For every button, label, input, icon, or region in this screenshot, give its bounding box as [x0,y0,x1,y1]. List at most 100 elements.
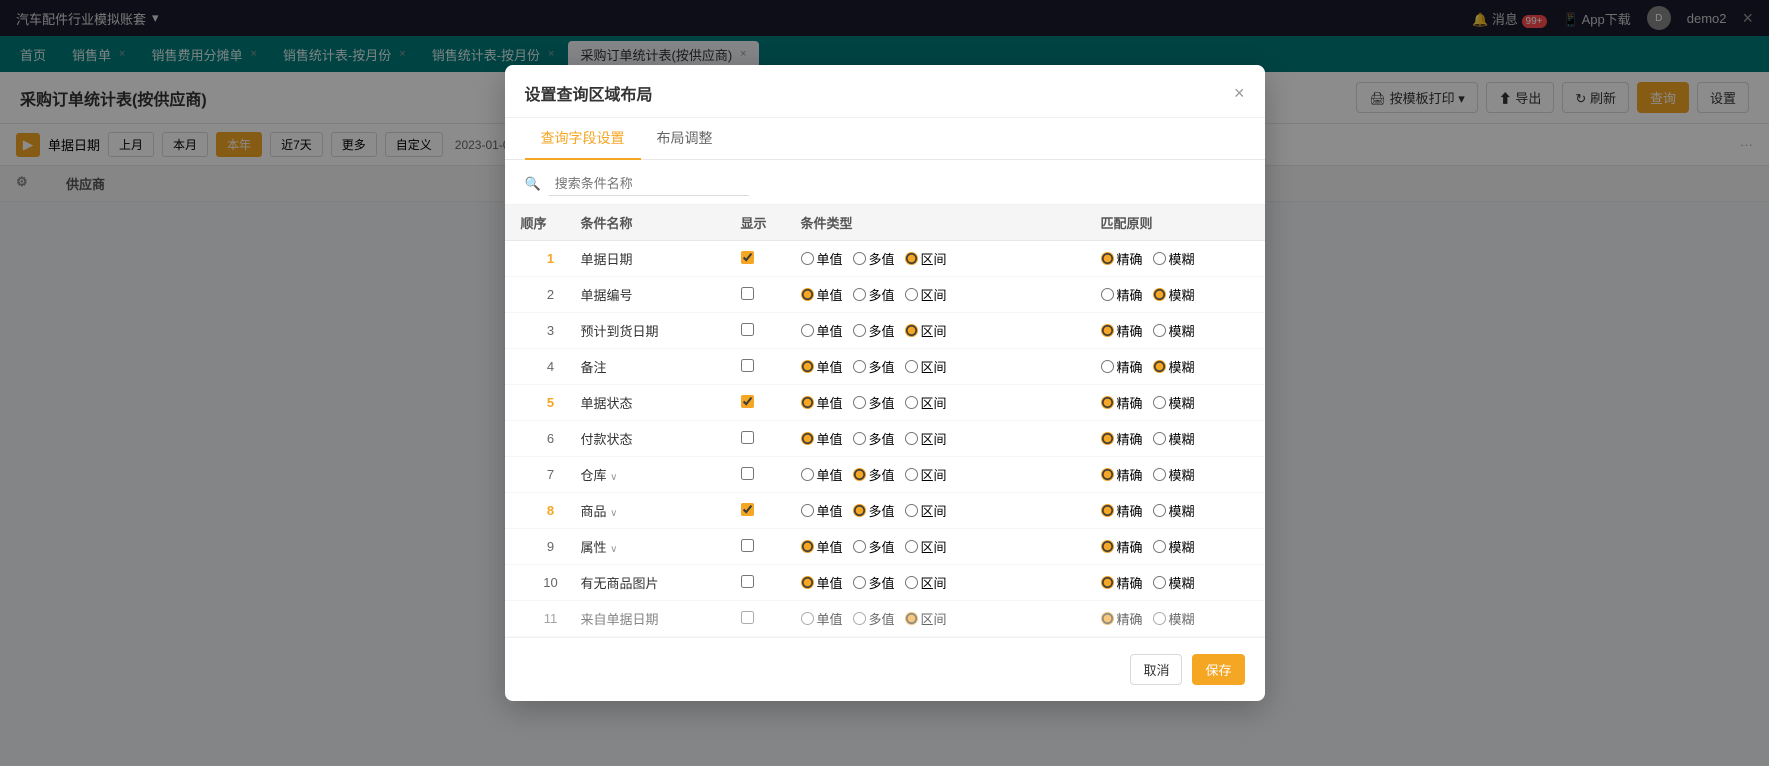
table-row: 11 来自单据日期 单值 多值 区间 精确 模糊 [505,601,1265,637]
table-row: 4 备注 单值 多值 区间 精确 模糊 [505,349,1265,385]
row3-display-checkbox[interactable] [741,323,754,336]
search-input[interactable] [549,172,749,196]
row8-match-exact[interactable]: 精确 [1101,501,1143,520]
modal-title: 设置查询区域布局 [525,81,653,105]
row1-display-checkbox[interactable] [741,251,754,264]
row5-type-range[interactable]: 区间 [905,393,947,412]
row10-type-range[interactable]: 区间 [905,573,947,592]
modal-search-bar: 🔍 [505,160,1265,205]
row8-type-range[interactable]: 区间 [905,501,947,520]
row2-match-fuzzy[interactable]: 模糊 [1153,285,1195,304]
row9-match-exact[interactable]: 精确 [1101,537,1143,556]
row3-type-multi[interactable]: 多值 [853,321,895,340]
row10-match-exact[interactable]: 精确 [1101,573,1143,592]
row6-match-exact[interactable]: 精确 [1101,429,1143,448]
row3-type-range[interactable]: 区间 [905,321,947,340]
modal-tab-layout-label: 布局调整 [657,130,713,146]
row9-match-group: 精确 模糊 [1101,537,1265,556]
row4-display-checkbox[interactable] [741,359,754,372]
row2-match-exact[interactable]: 精确 [1101,285,1143,304]
row5-display-checkbox[interactable] [741,395,754,408]
table-row: 2 单据编号 单值 多值 区间 精确 模糊 [505,277,1265,313]
save-button[interactable]: 保存 [1192,654,1244,685]
cancel-button[interactable]: 取消 [1130,654,1182,685]
row5-match-fuzzy[interactable]: 模糊 [1153,393,1195,412]
row3-type-group: 单值 多值 区间 [801,321,1101,340]
row2-match-group: 精确 模糊 [1101,285,1265,304]
modal-table-body: 1 单据日期 单值 多值 区间 精确 模糊 2 单据编 [505,241,1265,637]
row4-type-range[interactable]: 区间 [905,357,947,376]
table-row: 7 仓库 ∨ 单值 多值 区间 精确 模糊 [505,457,1265,493]
row4-match-exact[interactable]: 精确 [1101,357,1143,376]
row7-match-group: 精确 模糊 [1101,465,1265,484]
row8-match-group: 精确 模糊 [1101,501,1265,520]
row3-match-fuzzy[interactable]: 模糊 [1153,321,1195,340]
row10-match-group: 精确 模糊 [1101,573,1265,592]
row10-display-checkbox[interactable] [741,575,754,588]
row2-display-checkbox[interactable] [741,287,754,300]
row4-type-single[interactable]: 单值 [801,357,843,376]
row5-type-single[interactable]: 单值 [801,393,843,412]
modal-tabs: 查询字段设置 布局调整 [505,118,1265,160]
row8-match-fuzzy[interactable]: 模糊 [1153,501,1195,520]
modal-tab-layout[interactable]: 布局调整 [641,118,729,160]
row1-type-range[interactable]: 区间 [905,249,947,268]
row2-type-range[interactable]: 区间 [905,285,947,304]
row7-match-fuzzy[interactable]: 模糊 [1153,465,1195,484]
row2-type-single[interactable]: 单值 [801,285,843,304]
table-row: 1 单据日期 单值 多值 区间 精确 模糊 [505,241,1265,277]
row4-match-group: 精确 模糊 [1101,357,1265,376]
row10-match-fuzzy[interactable]: 模糊 [1153,573,1195,592]
modal-close-button[interactable]: × [1234,83,1245,104]
modal-tab-query-fields[interactable]: 查询字段设置 [525,118,641,160]
row4-type-multi[interactable]: 多值 [853,357,895,376]
row6-display-checkbox[interactable] [741,431,754,444]
row6-match-fuzzy[interactable]: 模糊 [1153,429,1195,448]
row5-match-group: 精确 模糊 [1101,393,1265,412]
row6-type-group: 单值 多值 区间 [801,429,1101,448]
row1-type-single[interactable]: 单值 [801,249,843,268]
row7-type-group: 单值 多值 区间 [801,465,1101,484]
row10-type-single[interactable]: 单值 [801,573,843,592]
row8-type-single[interactable]: 单值 [801,501,843,520]
modal-overlay: 设置查询区域布局 × 查询字段设置 布局调整 🔍 顺序 条件名称 显示 条件类型 [0,0,1769,766]
row10-type-group: 单值 多值 区间 [801,573,1101,592]
row1-match-exact[interactable]: 精确 [1101,249,1143,268]
row9-type-range[interactable]: 区间 [905,537,947,556]
row4-match-fuzzy[interactable]: 模糊 [1153,357,1195,376]
row1-type-multi[interactable]: 多值 [853,249,895,268]
row8-type-multi[interactable]: 多值 [853,501,895,520]
row6-type-multi[interactable]: 多值 [853,429,895,448]
row9-type-single[interactable]: 单值 [801,537,843,556]
row2-type-multi[interactable]: 多值 [853,285,895,304]
table-row: 6 付款状态 单值 多值 区间 精确 模糊 [505,421,1265,457]
row6-match-group: 精确 模糊 [1101,429,1265,448]
col-name: 条件名称 [581,213,741,232]
col-type: 条件类型 [801,213,1101,232]
row8-display-checkbox[interactable] [741,503,754,516]
row1-match-fuzzy[interactable]: 模糊 [1153,249,1195,268]
row11-match-group: 精确 模糊 [1101,609,1265,628]
row10-type-multi[interactable]: 多值 [853,573,895,592]
row7-type-range[interactable]: 区间 [905,465,947,484]
col-match: 匹配原则 [1101,213,1265,232]
modal-body: 顺序 条件名称 显示 条件类型 匹配原则 1 单据日期 单值 多值 区间 [505,205,1265,637]
row5-match-exact[interactable]: 精确 [1101,393,1143,412]
row9-display-checkbox[interactable] [741,539,754,552]
row7-display-checkbox[interactable] [741,467,754,480]
row7-match-exact[interactable]: 精确 [1101,465,1143,484]
row9-match-fuzzy[interactable]: 模糊 [1153,537,1195,556]
row1-type-group: 单值 多值 区间 [801,249,1101,268]
row4-type-group: 单值 多值 区间 [801,357,1101,376]
row7-type-single[interactable]: 单值 [801,465,843,484]
row6-type-range[interactable]: 区间 [905,429,947,448]
row5-type-multi[interactable]: 多值 [853,393,895,412]
row3-match-exact[interactable]: 精确 [1101,321,1143,340]
row11-display-checkbox[interactable] [741,611,754,624]
search-icon: 🔍 [525,176,541,192]
row6-type-single[interactable]: 单值 [801,429,843,448]
row9-type-group: 单值 多值 区间 [801,537,1101,556]
row9-type-multi[interactable]: 多值 [853,537,895,556]
row7-type-multi[interactable]: 多值 [853,465,895,484]
row3-type-single[interactable]: 单值 [801,321,843,340]
